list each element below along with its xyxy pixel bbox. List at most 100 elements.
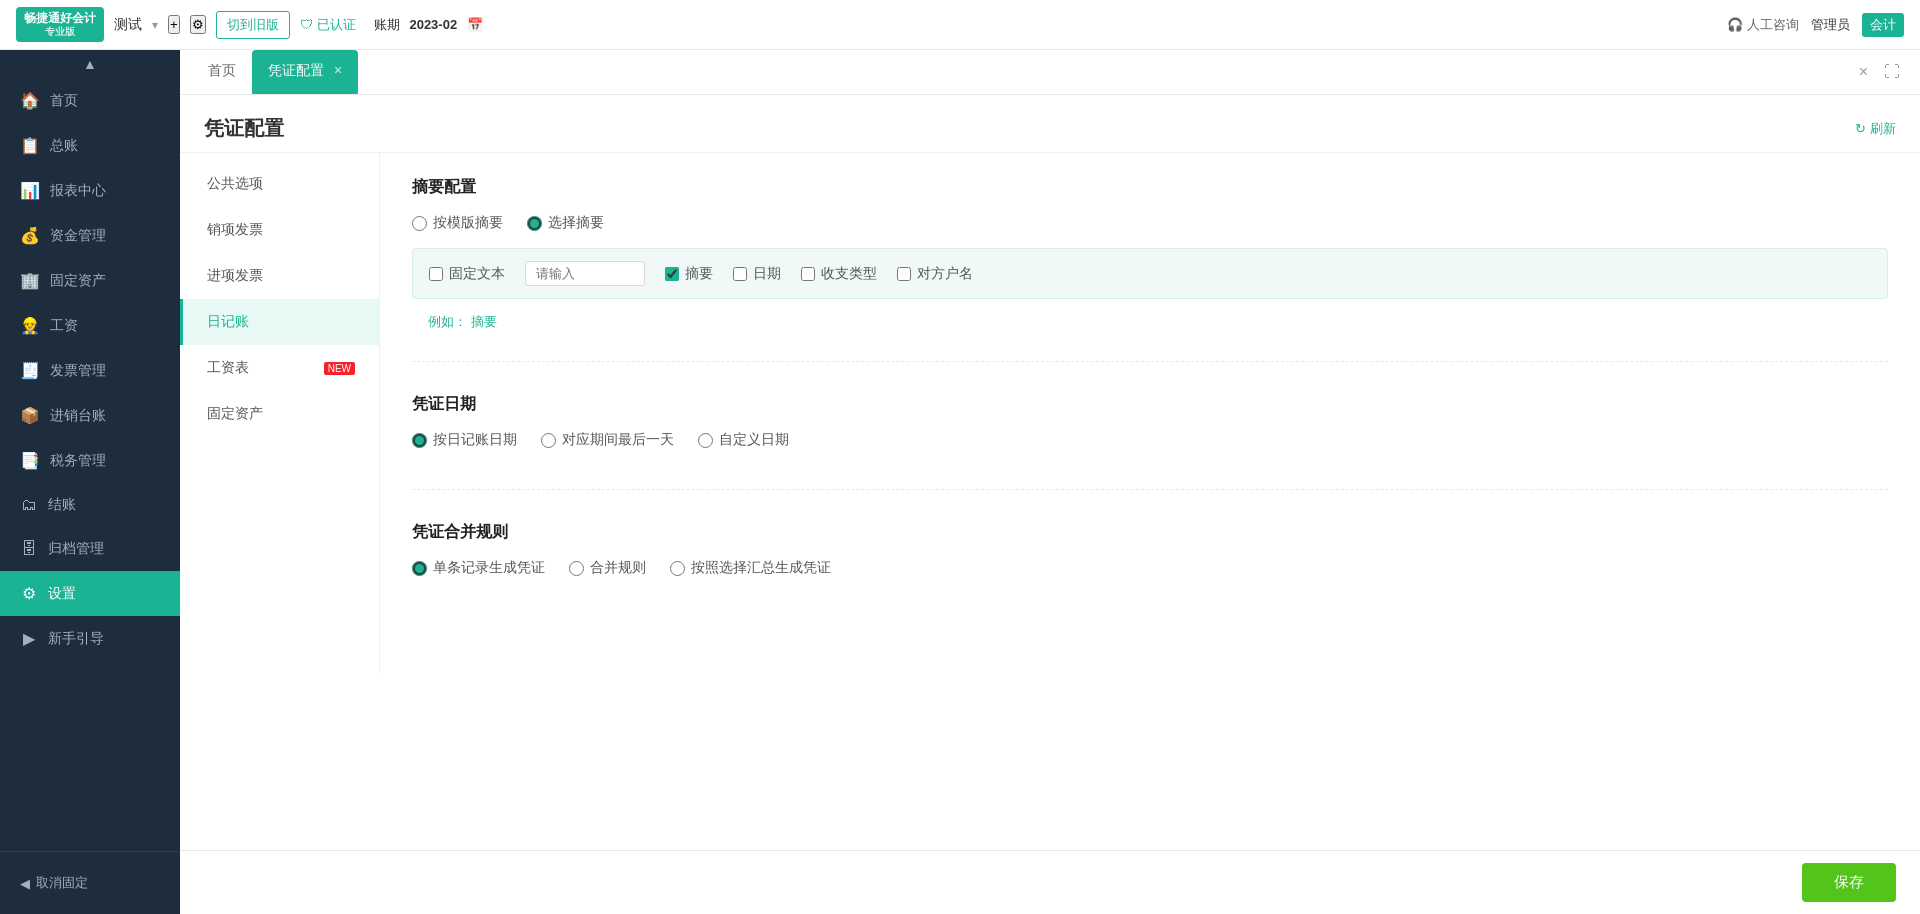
tab-close-icon[interactable]: × (334, 62, 342, 78)
settings-nav-icon: ⚙ (20, 584, 38, 603)
nav-item-purchase-invoice[interactable]: 进项发票 (180, 253, 379, 299)
summary-radio-group: 按模版摘要 选择摘要 (412, 214, 1888, 232)
sidebar: ▲ 🏠 首页 📋 总账 📊 报表中心 💰 资金管理 🏢 固定资产 👷 工资 🧾 (0, 50, 180, 914)
sidebar-label: 设置 (48, 585, 76, 603)
page-content: 凭证配置 ↻ 刷新 公共选项 销项发票 (180, 95, 1920, 850)
sidebar-label: 发票管理 (50, 362, 106, 380)
consult-button[interactable]: 🎧 人工咨询 (1727, 16, 1799, 34)
shield-icon: 🛡 (300, 17, 313, 32)
sidebar-bottom: ◀ 取消固定 (0, 851, 180, 914)
nav-item-payroll-table[interactable]: 工资表 NEW (180, 345, 379, 391)
sidebar-item-guide[interactable]: ▶ 新手引导 (0, 616, 180, 661)
sidebar-scroll-up[interactable]: ▲ (0, 50, 180, 78)
radio-select-input[interactable] (527, 216, 542, 231)
radio-custom-date-input[interactable] (698, 433, 713, 448)
nav-item-sales-invoice[interactable]: 销项发票 (180, 207, 379, 253)
window-close-icon[interactable]: × (1851, 59, 1876, 85)
checkbox-fixed-text[interactable]: 固定文本 (429, 265, 505, 283)
company-chevron-icon[interactable]: ▾ (152, 18, 158, 32)
assets-icon: 🏢 (20, 271, 40, 290)
closing-icon: 🗂 (20, 496, 38, 514)
voucher-date-radio-group: 按日记账日期 对应期间最后一天 自定义日期 (412, 431, 1888, 449)
topbar: 畅捷通好会计 专业版 测试 ▾ + ⚙ 切到旧版 🛡 已认证 账期 2023-0… (0, 0, 1920, 50)
sidebar-item-reports[interactable]: 📊 报表中心 (0, 168, 180, 213)
save-button[interactable]: 保存 (1802, 863, 1896, 902)
checkbox-summary[interactable]: 摘要 (665, 265, 713, 283)
sidebar-label: 税务管理 (50, 452, 106, 470)
radio-period-last[interactable]: 对应期间最后一天 (541, 431, 674, 449)
sidebar-label: 资金管理 (50, 227, 106, 245)
nav-item-fixed-assets[interactable]: 固定资产 (180, 391, 379, 437)
cancel-fixed-button[interactable]: ◀ 取消固定 (0, 864, 180, 902)
radio-journal-date[interactable]: 按日记账日期 (412, 431, 517, 449)
company-name: 测试 (114, 16, 142, 34)
certified-badge: 🛡 已认证 (300, 16, 356, 34)
sidebar-label: 结账 (48, 496, 76, 514)
nav-item-public[interactable]: 公共选项 (180, 161, 379, 207)
sidebar-item-ledger[interactable]: 📋 总账 (0, 123, 180, 168)
radio-template-summary[interactable]: 按模版摘要 (412, 214, 503, 232)
sidebar-item-closing[interactable]: 🗂 结账 (0, 483, 180, 527)
settings-button[interactable]: ⚙ (190, 15, 206, 34)
tab-voucher-config[interactable]: 凭证配置 × (252, 50, 358, 94)
funds-icon: 💰 (20, 226, 40, 245)
counterpart-checkbox[interactable] (897, 267, 911, 281)
sidebar-label: 首页 (50, 92, 78, 110)
voucher-date-title: 凭证日期 (412, 394, 1888, 415)
summary-title: 摘要配置 (412, 177, 1888, 198)
fixed-text-checkbox[interactable] (429, 267, 443, 281)
radio-by-selection-input[interactable] (670, 561, 685, 576)
summary-checkbox[interactable] (665, 267, 679, 281)
sidebar-item-purchase-sale[interactable]: 📦 进销台账 (0, 393, 180, 438)
sidebar-item-settings[interactable]: ⚙ 设置 (0, 571, 180, 616)
sidebar-item-home[interactable]: 🏠 首页 (0, 78, 180, 123)
radio-single-input[interactable] (412, 561, 427, 576)
radio-merge-input[interactable] (569, 561, 584, 576)
radio-merge-rule[interactable]: 合并规则 (569, 559, 646, 577)
switch-old-version-button[interactable]: 切到旧版 (216, 11, 290, 39)
summary-checkbox-row: 固定文本 摘要 日期 (412, 248, 1888, 299)
fixed-text-input[interactable] (525, 261, 645, 286)
checkbox-counterpart[interactable]: 对方户名 (897, 265, 973, 283)
sidebar-item-assets[interactable]: 🏢 固定资产 (0, 258, 180, 303)
radio-select-summary[interactable]: 选择摘要 (527, 214, 604, 232)
new-badge: NEW (324, 362, 355, 375)
sidebar-item-payroll[interactable]: 👷 工资 (0, 303, 180, 348)
example-text: 例如： 摘要 (412, 307, 1888, 337)
radio-journal-date-input[interactable] (412, 433, 427, 448)
add-button[interactable]: + (168, 15, 180, 34)
radio-by-selection[interactable]: 按照选择汇总生成凭证 (670, 559, 831, 577)
income-type-checkbox[interactable] (801, 267, 815, 281)
radio-template-input[interactable] (412, 216, 427, 231)
period-label: 账期 2023-02 📅 (374, 16, 483, 34)
checkbox-income-type[interactable]: 收支类型 (801, 265, 877, 283)
payroll-icon: 👷 (20, 316, 40, 335)
radio-custom-date[interactable]: 自定义日期 (698, 431, 789, 449)
cancel-fixed-icon: ◀ (20, 876, 30, 891)
nav-item-journal[interactable]: 日记账 (180, 299, 379, 345)
cancel-fixed-label: 取消固定 (36, 874, 88, 892)
sidebar-item-invoice[interactable]: 🧾 发票管理 (0, 348, 180, 393)
summary-config-section: 摘要配置 按模版摘要 选择摘要 (412, 177, 1888, 362)
purchase-sale-icon: 📦 (20, 406, 40, 425)
radio-single-record[interactable]: 单条记录生成凭证 (412, 559, 545, 577)
sidebar-label: 固定资产 (50, 272, 106, 290)
sidebar-item-tax[interactable]: 📑 税务管理 (0, 438, 180, 483)
date-checkbox[interactable] (733, 267, 747, 281)
voucher-date-section: 凭证日期 按日记账日期 对应期间最后一天 (412, 394, 1888, 490)
page-title: 凭证配置 (204, 115, 284, 142)
tabbar: 首页 凭证配置 × × ⛶ (180, 50, 1920, 95)
sidebar-label: 进销台账 (50, 407, 106, 425)
calendar-icon[interactable]: 📅 (467, 17, 483, 32)
refresh-button[interactable]: ↻ 刷新 (1855, 120, 1896, 138)
radio-period-last-input[interactable] (541, 433, 556, 448)
sidebar-item-funds[interactable]: 💰 资金管理 (0, 213, 180, 258)
merge-rules-title: 凭证合并规则 (412, 522, 1888, 543)
sidebar-item-archive[interactable]: 🗄 归档管理 (0, 527, 180, 571)
ledger-icon: 📋 (20, 136, 40, 155)
checkbox-date[interactable]: 日期 (733, 265, 781, 283)
voucher-config-container: 凭证配置 ↻ 刷新 公共选项 销项发票 (180, 95, 1920, 850)
sidebar-label: 报表中心 (50, 182, 106, 200)
window-expand-icon[interactable]: ⛶ (1876, 59, 1908, 85)
tab-home[interactable]: 首页 (192, 50, 252, 94)
